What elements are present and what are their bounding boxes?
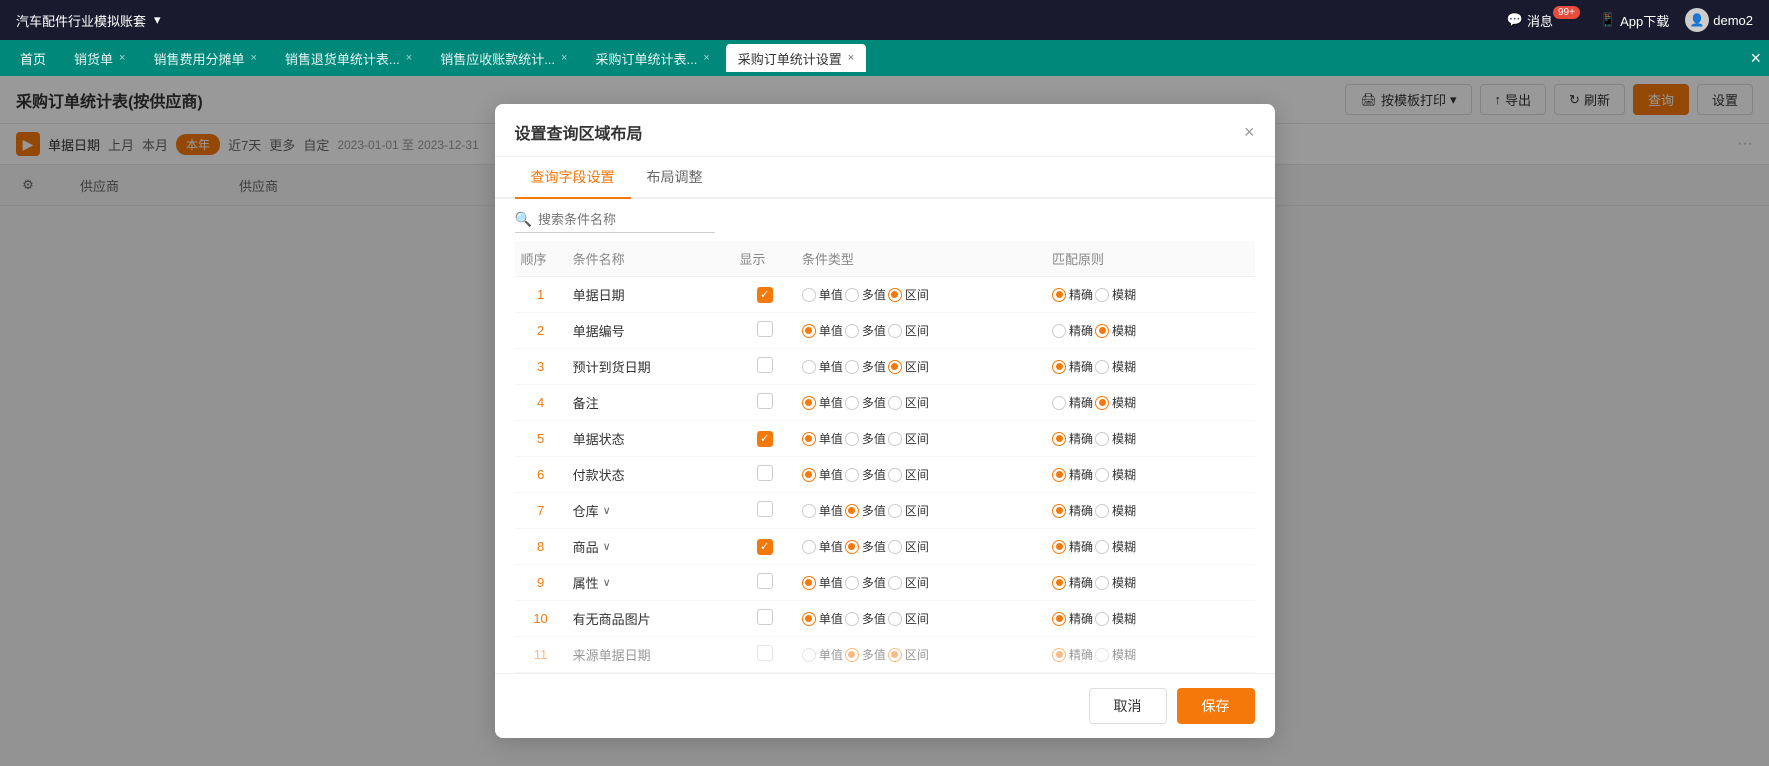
th-order: 顺序 xyxy=(515,241,567,277)
table-row: 1单据日期单值多值区间精确模糊 xyxy=(515,277,1255,313)
table-row: 11来源单据日期单值多值区间精确模糊 xyxy=(515,637,1255,673)
modal-header: 设置查询区域布局 × xyxy=(495,104,1275,157)
tab-bar: 首页 销货单 × 销售费用分摊单 × 销售退货单统计表... × 销售应收账款统… xyxy=(0,40,1769,76)
top-bar-right: 💬 消息 99+ 📱 App下载 👤 demo2 xyxy=(1507,8,1753,32)
tab-active[interactable]: 采购订单统计设置 × xyxy=(726,44,866,72)
table-row: 2单据编号单值多值区间精确模糊 xyxy=(515,313,1255,349)
modal: 设置查询区域布局 × 查询字段设置 布局调整 🔍 xyxy=(495,104,1275,738)
message-icon: 💬 xyxy=(1507,12,1523,28)
table-row: 10有无商品图片单值多值区间精确模糊 xyxy=(515,601,1255,637)
modal-footer: 取消 保存 xyxy=(495,673,1275,738)
message-label: 消息 xyxy=(1527,11,1553,30)
tab-active-label: 采购订单统计设置 xyxy=(738,49,842,68)
tab4-close[interactable]: × xyxy=(561,52,567,64)
tab-sales-return-label: 销售退货单统计表... xyxy=(285,49,400,68)
app-download-label: App下载 xyxy=(1620,11,1669,30)
tab-active-close[interactable]: × xyxy=(848,52,854,64)
tab5-label: 采购订单统计表... xyxy=(595,49,697,68)
modal-overlay: 设置查询区域布局 × 查询字段设置 布局调整 🔍 xyxy=(0,76,1769,766)
th-name: 条件名称 xyxy=(567,241,734,277)
tab-sales-return[interactable]: 销售退货单统计表... × xyxy=(273,44,424,72)
app-dropdown-icon[interactable]: ▾ xyxy=(154,12,161,28)
table-header: 顺序 条件名称 显示 条件类型 匹配原则 xyxy=(515,241,1255,277)
table-row: 4备注单值多值区间精确模糊 xyxy=(515,385,1255,421)
tab5[interactable]: 采购订单统计表... × xyxy=(583,44,721,72)
search-icon: 🔍 xyxy=(515,211,532,228)
table-row: 9属性∨单值多值区间精确模糊 xyxy=(515,565,1255,601)
tab-sales-close[interactable]: × xyxy=(119,52,125,64)
cancel-button[interactable]: 取消 xyxy=(1089,688,1167,724)
th-show: 显示 xyxy=(733,241,796,277)
modal-table-wrap: 顺序 条件名称 显示 条件类型 匹配原则 1单据日期单值多值区间精确模糊2单据编… xyxy=(495,241,1275,673)
tab-sales-fee-label: 销售费用分摊单 xyxy=(153,49,244,68)
tab-sales-return-close[interactable]: × xyxy=(406,52,412,64)
app-download-button[interactable]: 📱 App下载 xyxy=(1600,11,1669,30)
tab4[interactable]: 销售应收账款统计... × xyxy=(428,44,579,72)
main-area: 采购订单统计表(按供应商) 🖨 按模板打印 ▾ ↑ 导出 ↻ 刷新 查询 设置 xyxy=(0,76,1769,766)
tab-home[interactable]: 首页 xyxy=(8,44,58,72)
user-avatar[interactable]: 👤 demo2 xyxy=(1685,8,1753,32)
table-row: 5单据状态单值多值区间精确模糊 xyxy=(515,421,1255,457)
modal-title: 设置查询区域布局 xyxy=(515,120,643,144)
message-button[interactable]: 💬 消息 99+ xyxy=(1507,11,1584,30)
app-title: 汽车配件行业模拟账套 xyxy=(16,11,146,30)
modal-tabs: 查询字段设置 布局调整 xyxy=(495,157,1275,199)
tab-sales-fee[interactable]: 销售费用分摊单 × xyxy=(141,44,268,72)
tab4-label: 销售应收账款统计... xyxy=(440,49,555,68)
search-input-wrap: 🔍 xyxy=(515,211,715,233)
app-download-icon: 📱 xyxy=(1600,12,1616,28)
close-all-tabs[interactable]: × xyxy=(1750,48,1761,69)
app-title-area: 汽车配件行业模拟账套 ▾ xyxy=(16,11,161,30)
search-input[interactable] xyxy=(538,212,698,227)
tab5-close[interactable]: × xyxy=(703,52,709,64)
th-type: 条件类型 xyxy=(796,241,1046,277)
table-row: 7仓库∨单值多值区间精确模糊 xyxy=(515,493,1255,529)
message-badge: 99+ xyxy=(1553,6,1580,19)
modal-search-area: 🔍 xyxy=(495,199,1275,241)
tab-sales[interactable]: 销货单 × xyxy=(62,44,137,72)
table-row: 6付款状态单值多值区间精确模糊 xyxy=(515,457,1255,493)
modal-table: 顺序 条件名称 显示 条件类型 匹配原则 1单据日期单值多值区间精确模糊2单据编… xyxy=(515,241,1255,673)
modal-tab-fields[interactable]: 查询字段设置 xyxy=(515,157,631,199)
table-row: 3预计到货日期单值多值区间精确模糊 xyxy=(515,349,1255,385)
save-button[interactable]: 保存 xyxy=(1177,688,1255,724)
user-name: demo2 xyxy=(1713,13,1753,28)
avatar-icon: 👤 xyxy=(1685,8,1709,32)
th-match: 匹配原则 xyxy=(1046,241,1254,277)
tab-sales-label: 销货单 xyxy=(74,49,113,68)
modal-tab-layout-label: 布局调整 xyxy=(647,169,703,185)
top-bar: 汽车配件行业模拟账套 ▾ 💬 消息 99+ 📱 App下载 👤 demo2 xyxy=(0,0,1769,40)
tab-sales-fee-close[interactable]: × xyxy=(250,52,256,64)
modal-tab-layout[interactable]: 布局调整 xyxy=(631,157,719,199)
tab-home-label: 首页 xyxy=(20,49,46,68)
table-row: 8商品∨单值多值区间精确模糊 xyxy=(515,529,1255,565)
modal-close-button[interactable]: × xyxy=(1244,123,1255,141)
modal-tab-fields-label: 查询字段设置 xyxy=(531,169,615,185)
